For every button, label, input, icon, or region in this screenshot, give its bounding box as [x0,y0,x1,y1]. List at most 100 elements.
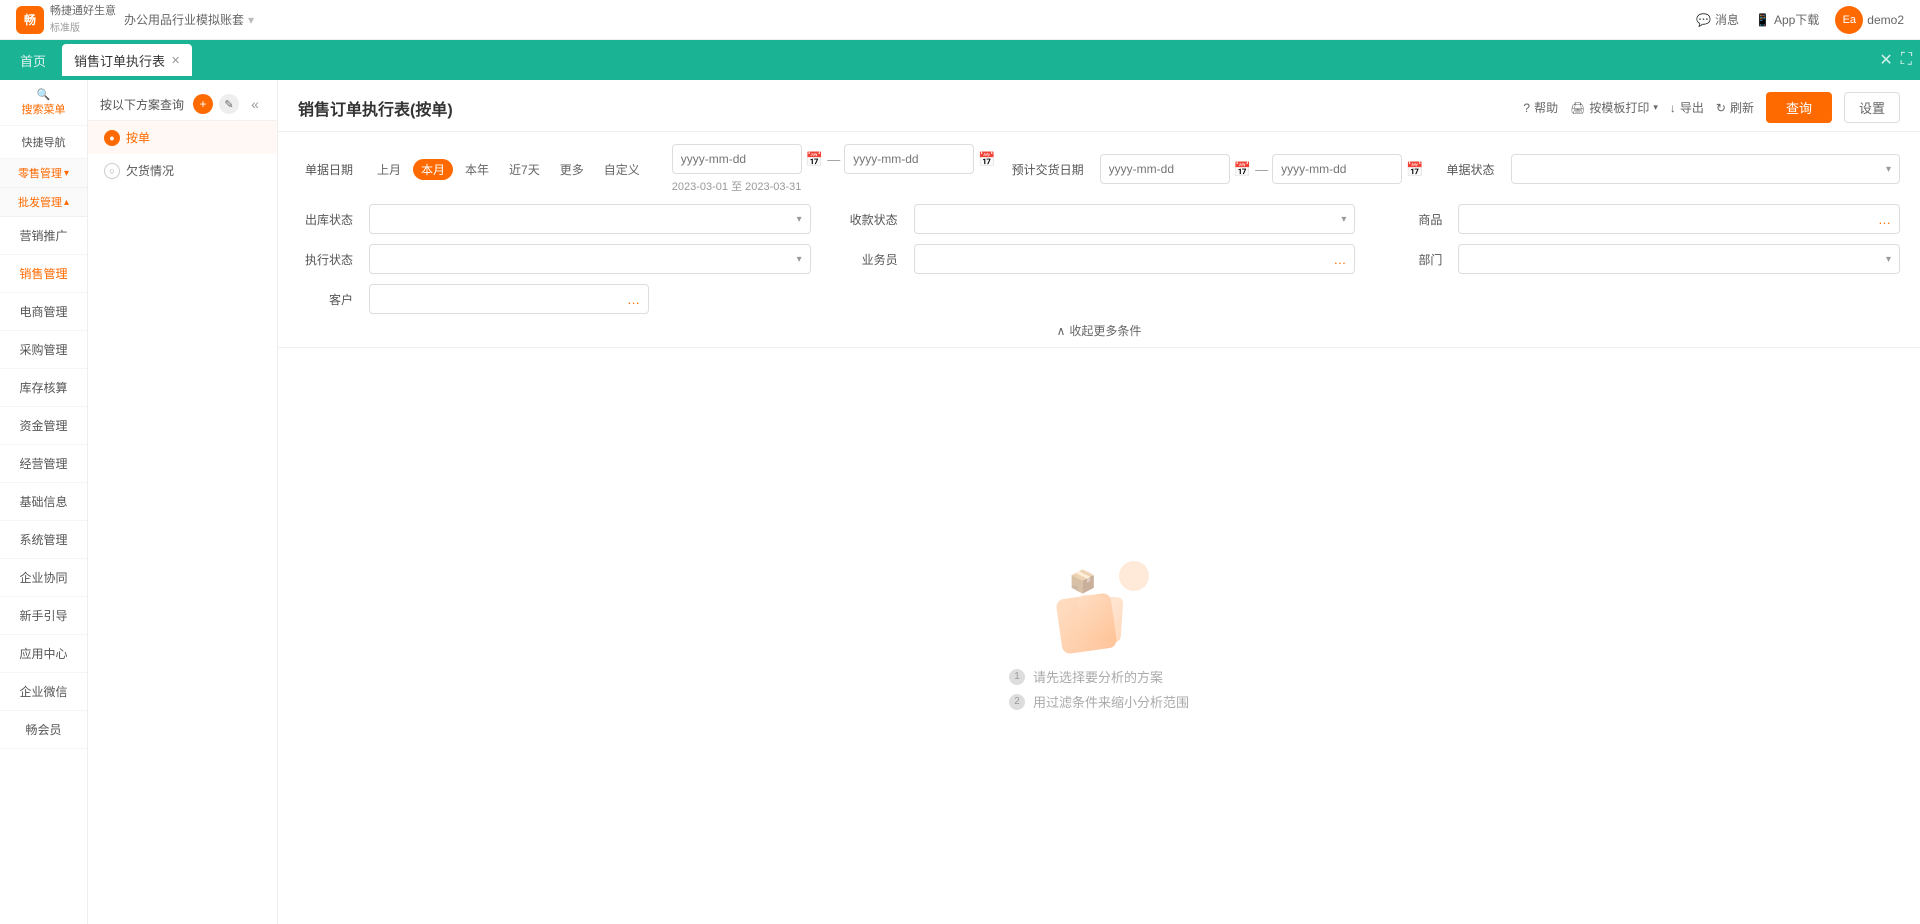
app-download-label: App下载 [1774,11,1819,28]
date-tab-this-month[interactable]: 本月 [413,159,453,180]
left-panel-header: 按以下方案查询 + ✎ « [88,88,277,121]
plus-icon: + [199,97,206,111]
tab-sales-order[interactable]: 销售订单执行表 ✕ [62,44,192,76]
sidebar-item-retail[interactable]: 零售管理 ▾ [0,159,87,188]
sidebar-item-member[interactable]: 畅会员 [0,711,87,749]
sidebar-item-inventory[interactable]: 库存核算 [0,369,87,407]
collapse-label: 收起更多条件 [1069,322,1141,339]
delivery-arrow-icon: ▾ [797,214,802,225]
user-profile[interactable]: Ea demo2 [1835,6,1904,34]
date-tab-this-year[interactable]: 本年 [457,159,497,180]
calendar-start-icon[interactable]: 📅 [806,151,823,168]
add-scheme-button[interactable]: + [193,94,213,114]
collapse-row: ∧ 收起更多条件 [278,314,1920,347]
collapse-icon: ∧ [1057,324,1066,338]
date-tab-7days[interactable]: 近7天 [501,159,548,180]
username: demo2 [1867,13,1904,27]
sidebar-item-wholesale[interactable]: 批发管理 ▴ [0,188,87,217]
sidebar-item-ecommerce[interactable]: 电商管理 [0,293,87,331]
tab-home[interactable]: 首页 [8,44,58,76]
payment-status-select[interactable]: ▾ [914,204,1356,234]
filter-row-1: 单据日期 上月 本月 本年 近7天 更多 自定义 📅 [298,144,1900,194]
delivery-status-select[interactable]: ▾ [369,204,811,234]
empty-step2-text: 用过滤条件来缩小分析范围 [1033,692,1189,711]
sidebar-item-company[interactable]: 企业协同 [0,559,87,597]
salesperson-select-icon[interactable]: … [1333,252,1346,267]
sidebar-appcenter-label: 应用中心 [19,645,67,662]
message-icon: 💬 [1696,13,1711,27]
goods-select-icon[interactable]: … [1878,212,1891,227]
tab-sales-order-label: 销售订单执行表 [74,51,165,70]
settings-button[interactable]: 设置 [1844,92,1900,123]
sidebar-operations-label: 经营管理 [19,455,67,472]
status-arrow-icon: ▾ [1886,164,1891,175]
expand-icon[interactable]: ⛶ [1901,51,1912,69]
customer-select-icon[interactable]: … [627,292,640,307]
close-window-icon[interactable]: ✕ [1879,50,1892,70]
print-arrow-icon: ▾ [1653,102,1658,113]
sidebar-item-system[interactable]: 系统管理 [0,521,87,559]
print-button[interactable]: 🖨 按模板打印 ▾ [1570,99,1658,116]
expected-calendar-start-icon[interactable]: 📅 [1234,161,1251,178]
date-tab-custom[interactable]: 自定义 [596,159,648,180]
expected-date-group: 📅 — 📅 [1100,154,1424,184]
date-range-group: 📅 — 📅 [672,144,996,174]
department-select[interactable]: ▾ [1458,244,1900,274]
sidebar-item-wechat[interactable]: 企业微信 [0,673,87,711]
tab-close-icon[interactable]: ✕ [171,54,180,67]
doc-status-select[interactable]: ▾ [1511,154,1900,184]
sidebar-quick-nav[interactable]: 快捷导航 [0,126,87,159]
message-button[interactable]: 💬 消息 [1696,11,1739,28]
sidebar-item-sales[interactable]: 销售管理 [0,255,87,293]
edit-icon: ✎ [224,98,233,111]
refresh-button[interactable]: ↻ 刷新 [1716,99,1754,116]
date-tab-more[interactable]: 更多 [552,159,592,180]
sidebar-retail-label: 零售管理 [18,165,62,181]
date-end-input[interactable] [844,144,974,174]
execution-status-label: 执行状态 [298,251,353,268]
scheme-item-label-2: 欠货情况 [126,162,174,179]
sidebar-search[interactable]: 🔍 搜索菜单 [0,80,87,126]
calendar-end-icon[interactable]: 📅 [978,151,995,168]
date-tab-last-month[interactable]: 上月 [369,159,409,180]
sidebar-search-label: 搜索菜单 [4,101,83,117]
refresh-icon: ↻ [1716,101,1726,115]
collapse-panel-button[interactable]: « [245,94,265,114]
sidebar-item-newcomer[interactable]: 新手引导 [0,597,87,635]
export-icon: ↓ [1670,101,1676,115]
message-label: 消息 [1715,11,1739,28]
sidebar-sales-label: 销售管理 [19,265,67,282]
execution-status-select[interactable]: ▾ [369,244,811,274]
inner-layout: 按以下方案查询 + ✎ « ● 按单 ○ [88,80,1920,924]
customer-label: 客户 [298,291,353,308]
goods-label: 商品 [1387,211,1442,228]
app-download-button[interactable]: 📱 App下载 [1755,11,1819,28]
sidebar-item-purchase[interactable]: 采购管理 [0,331,87,369]
collapse-filters-button[interactable]: ∧ 收起更多条件 [1057,322,1142,339]
expected-date-start-input[interactable] [1100,154,1230,184]
scheme-inactive-icon: ○ [104,163,120,179]
help-label: 帮助 [1534,99,1558,116]
sidebar-item-finance[interactable]: 资金管理 [0,407,87,445]
chevron-up-icon: ▴ [64,197,69,208]
help-button[interactable]: ? 帮助 [1523,99,1558,116]
sidebar-item-basic[interactable]: 基础信息 [0,483,87,521]
sidebar-item-marketing[interactable]: 营销推广 [0,217,87,255]
sidebar-item-operations[interactable]: 经营管理 [0,445,87,483]
sidebar-inventory-label: 库存核算 [19,379,67,396]
delivery-status-label: 出库状态 [298,211,353,228]
left-panel-actions: + ✎ « [193,94,265,114]
date-start-input[interactable] [672,144,802,174]
expected-date-end-input[interactable] [1272,154,1402,184]
app-subtitle: 标准版 [50,19,116,34]
edit-scheme-button[interactable]: ✎ [219,94,239,114]
scheme-item-欠货情况[interactable]: ○ 欠货情况 [88,154,277,187]
query-button[interactable]: 查询 [1766,92,1832,123]
scheme-item-按单[interactable]: ● 按单 [88,121,277,154]
left-panel-title: 按以下方案查询 [100,96,184,113]
content-wrapper: 销售订单执行表(按单) ? 帮助 🖨 按模板打印 ▾ ↓ [278,80,1920,924]
expected-calendar-end-icon[interactable]: 📅 [1406,161,1423,178]
logo-area: 畅 畅捷通好生意 标准版 [16,5,116,33]
sidebar-item-appcenter[interactable]: 应用中心 [0,635,87,673]
export-button[interactable]: ↓ 导出 [1670,99,1704,116]
